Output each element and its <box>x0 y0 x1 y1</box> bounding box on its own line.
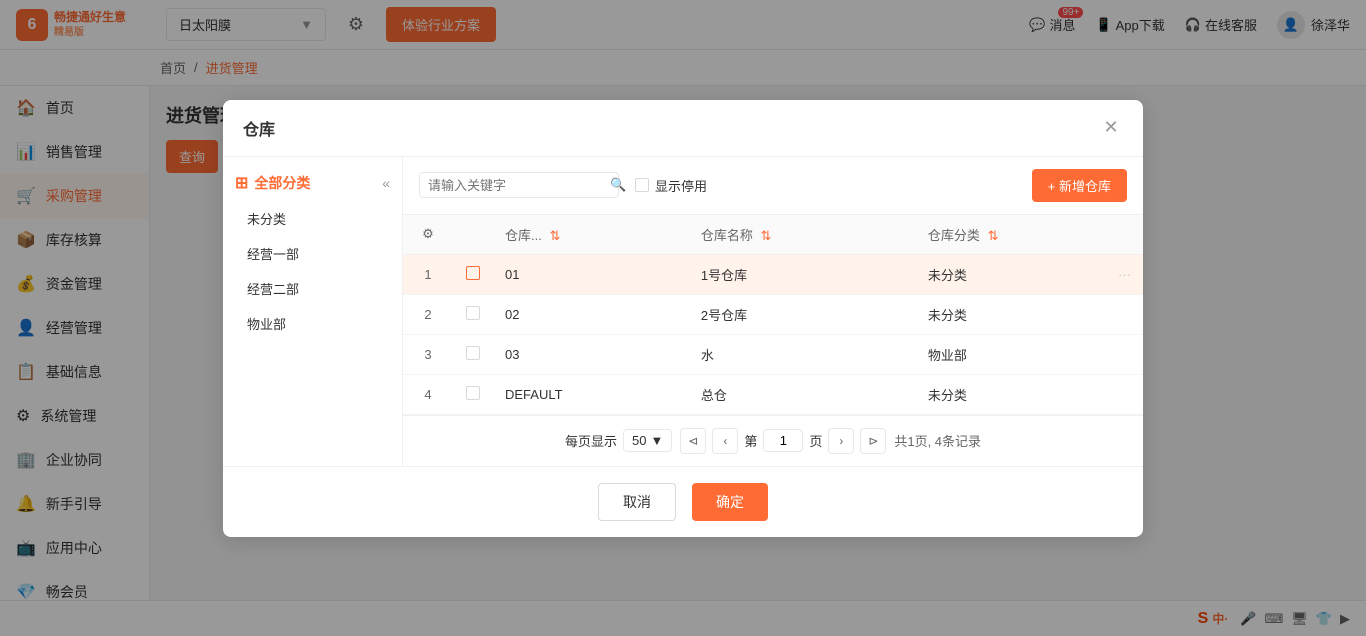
row-code: 01 <box>493 254 689 294</box>
more-icon[interactable]: ··· <box>1118 267 1131 282</box>
total-info: 共1页, 4条记录 <box>894 431 981 450</box>
sort-name-icon: ⇅ <box>761 228 772 243</box>
table-row[interactable]: 3 03 水 物业部 <box>403 334 1143 374</box>
row-checkbox[interactable] <box>466 346 480 360</box>
all-category-label: ⊞ 全部分类 <box>235 173 310 193</box>
row-checkbox[interactable] <box>466 266 480 280</box>
col-category[interactable]: 仓库分类 ⇅ <box>916 215 1143 255</box>
table-container: ⚙ 仓库... ⇅ 仓库名称 ⇅ <box>403 215 1143 415</box>
row-category: 未分类 <box>916 294 1143 334</box>
row-code: DEFAULT <box>493 374 689 414</box>
page-navigation: ⊲ ‹ 第 页 › ⊳ <box>680 428 886 454</box>
table-row[interactable]: 2 02 2号仓库 未分类 <box>403 294 1143 334</box>
row-checkbox[interactable] <box>466 386 480 400</box>
page-size: 每页显示 50 ▼ <box>565 429 672 452</box>
collapse-button[interactable]: « <box>382 175 390 191</box>
search-box: 🔍 <box>419 172 619 198</box>
row-check[interactable] <box>453 254 493 294</box>
table-row[interactable]: 1 01 1号仓库 未分类 ··· <box>403 254 1143 294</box>
col-checkbox <box>453 215 493 255</box>
warehouse-table: ⚙ 仓库... ⇅ 仓库名称 ⇅ <box>403 215 1143 415</box>
show-disabled-checkbox[interactable] <box>635 178 649 192</box>
modal-body: ⊞ 全部分类 « 未分类 经营一部 经营二部 物业部 🔍 <box>223 157 1143 466</box>
category-panel: ⊞ 全部分类 « 未分类 经营一部 经营二部 物业部 <box>223 157 403 466</box>
row-check[interactable] <box>453 294 493 334</box>
row-check[interactable] <box>453 334 493 374</box>
all-category-header[interactable]: ⊞ 全部分类 « <box>223 165 402 201</box>
row-code: 02 <box>493 294 689 334</box>
category-item-ops2[interactable]: 经营二部 <box>223 271 402 306</box>
row-code: 03 <box>493 334 689 374</box>
row-num: 2 <box>403 294 453 334</box>
search-icon[interactable]: 🔍 <box>610 177 626 193</box>
table-panel: 🔍 显示停用 + 新增仓库 ⚙ <box>403 157 1143 466</box>
category-item-property[interactable]: 物业部 <box>223 306 402 341</box>
row-num: 1 <box>403 254 453 294</box>
table-row[interactable]: 4 DEFAULT 总仓 未分类 <box>403 374 1143 414</box>
right-toolbar: 🔍 显示停用 + 新增仓库 <box>403 157 1143 215</box>
next-page-button[interactable]: › <box>828 428 854 454</box>
modal-title: 仓库 <box>243 116 275 140</box>
modal-footer: 取消 确定 <box>223 466 1143 537</box>
row-checkbox[interactable] <box>466 306 480 320</box>
row-check[interactable] <box>453 374 493 414</box>
search-input[interactable] <box>428 178 604 193</box>
col-code[interactable]: 仓库... ⇅ <box>493 215 689 255</box>
sort-category-icon: ⇅ <box>988 228 999 243</box>
row-name: 水 <box>689 334 916 374</box>
row-name: 2号仓库 <box>689 294 916 334</box>
dropdown-icon: ▼ <box>650 433 663 448</box>
col-name[interactable]: 仓库名称 ⇅ <box>689 215 916 255</box>
row-category: 未分类 <box>916 374 1143 414</box>
pagination: 每页显示 50 ▼ ⊲ ‹ 第 页 › ⊳ <box>403 415 1143 466</box>
category-item-uncategorized[interactable]: 未分类 <box>223 201 402 236</box>
show-disabled[interactable]: 显示停用 <box>635 176 707 195</box>
row-num: 3 <box>403 334 453 374</box>
warehouse-modal: 仓库 ✕ ⊞ 全部分类 « 未分类 经营一部 经营二部 物业部 <box>223 100 1143 537</box>
page-number-input[interactable] <box>763 429 803 452</box>
per-page-select[interactable]: 50 ▼ <box>623 429 672 452</box>
col-settings: ⚙ <box>403 215 453 255</box>
cancel-button[interactable]: 取消 <box>598 483 676 521</box>
row-num: 4 <box>403 374 453 414</box>
category-item-ops1[interactable]: 经营一部 <box>223 236 402 271</box>
row-category: 物业部 <box>916 334 1143 374</box>
modal-header: 仓库 ✕ <box>223 100 1143 157</box>
last-page-button[interactable]: ⊳ <box>860 428 886 454</box>
row-name: 总仓 <box>689 374 916 414</box>
first-page-button[interactable]: ⊲ <box>680 428 706 454</box>
row-name: 1号仓库 <box>689 254 916 294</box>
add-warehouse-button[interactable]: + 新增仓库 <box>1032 169 1127 202</box>
sort-code-icon: ⇅ <box>549 228 560 243</box>
row-category: 未分类 ··· <box>916 255 1143 294</box>
table-header-row: ⚙ 仓库... ⇅ 仓库名称 ⇅ <box>403 215 1143 255</box>
confirm-button[interactable]: 确定 <box>692 483 768 521</box>
modal-overlay[interactable]: 仓库 ✕ ⊞ 全部分类 « 未分类 经营一部 经营二部 物业部 <box>0 0 1366 636</box>
prev-page-button[interactable]: ‹ <box>712 428 738 454</box>
modal-close-button[interactable]: ✕ <box>1099 116 1123 140</box>
grid-icon: ⊞ <box>235 173 248 193</box>
